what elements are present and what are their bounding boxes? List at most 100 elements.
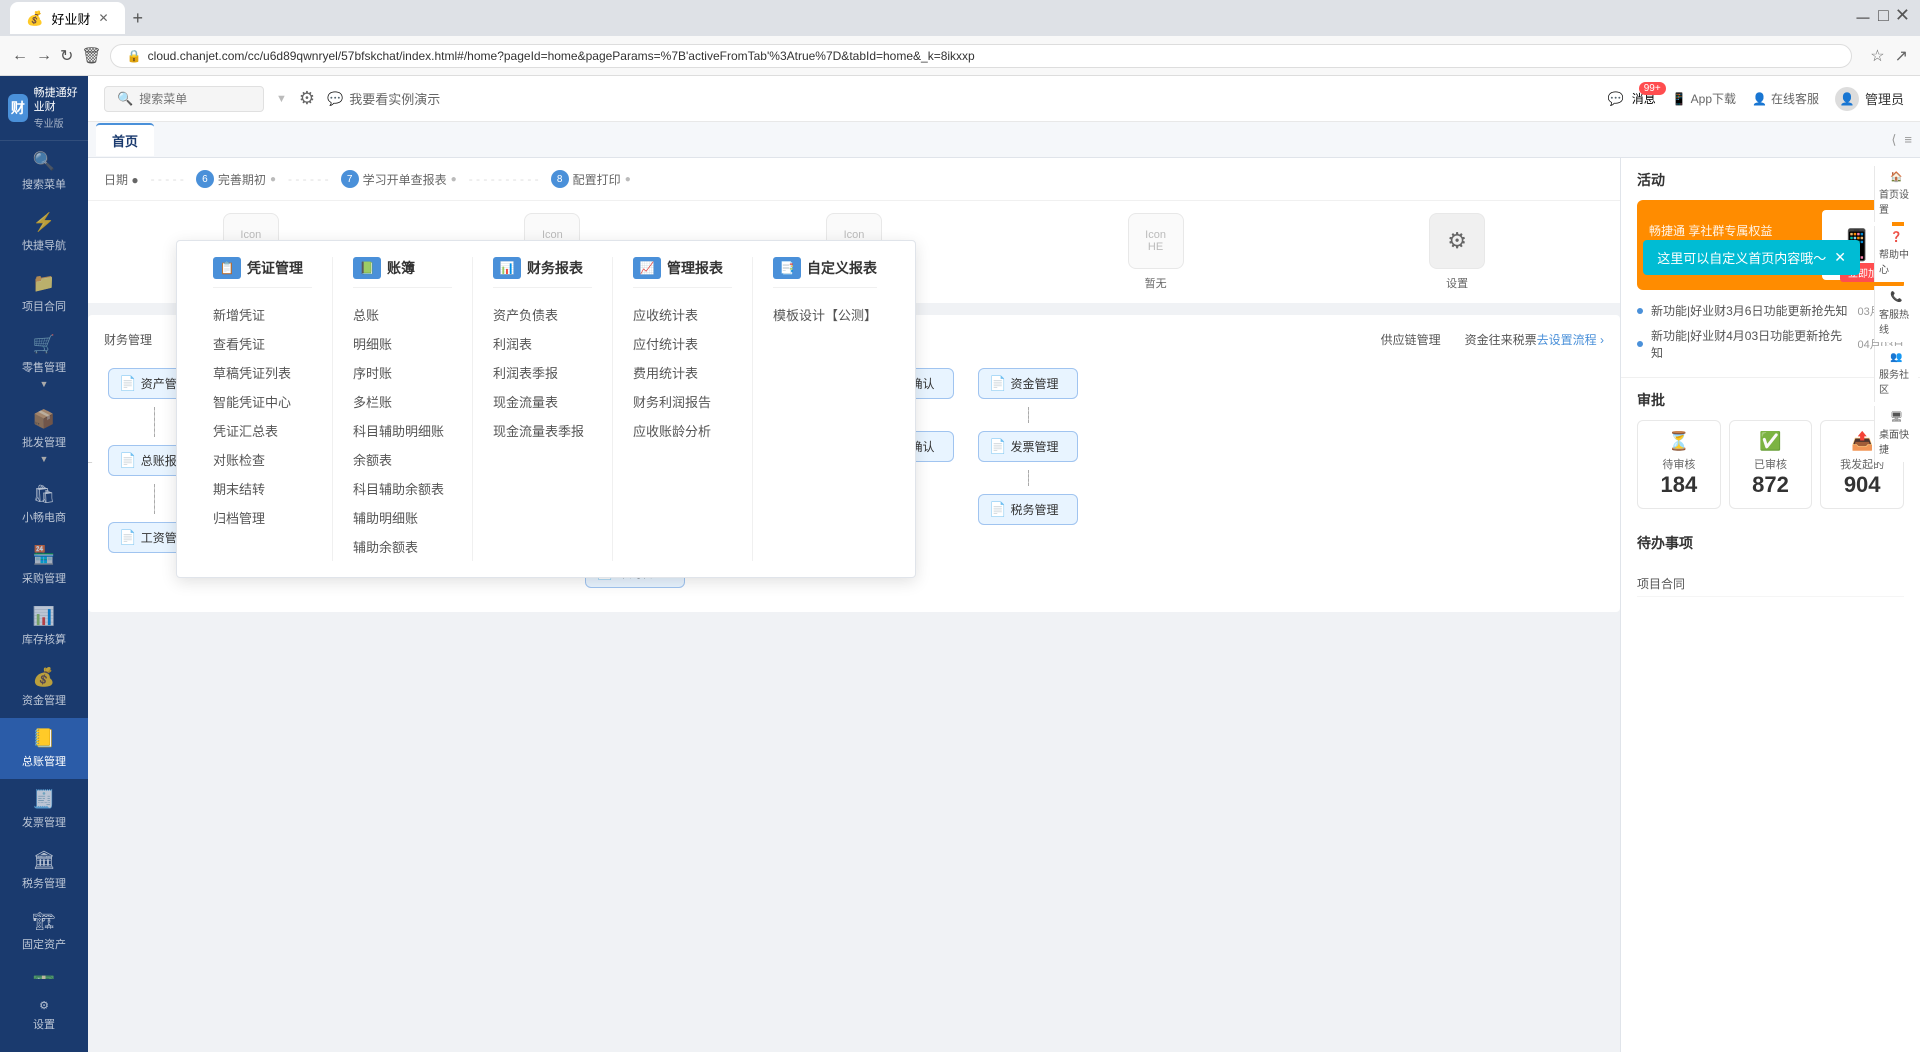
management-title-icon: 📈 [633,257,661,279]
news-item-1[interactable]: 新功能|好业财3月6日功能更新抢先知 03月06日 [1637,298,1904,323]
ledger-chrono[interactable]: 序时账 [353,358,452,387]
bookmark-icon[interactable]: ☆ [1870,46,1884,66]
tab-more-icon[interactable]: ≡ [1904,132,1912,148]
mgmt-receivable[interactable]: 应收统计表 [633,300,732,329]
financial-cashflow[interactable]: 现金流量表 [493,387,592,416]
approval-pending[interactable]: ⏳ 待审核 184 [1637,420,1721,509]
user-menu[interactable]: 👤 管理员 [1835,87,1904,111]
financial-cashflow-q[interactable]: 现金流量表季报 [493,416,592,445]
sidebar-item-tax[interactable]: 🏛 税务管理 [0,840,88,901]
sidebar-item-purchase[interactable]: 🏪 采购管理 [0,535,88,596]
search-bar[interactable]: 🔍 [104,86,264,112]
custom-template[interactable]: 模板设计【公测】 [773,300,877,329]
voucher-draft[interactable]: 草稿凭证列表 [213,358,312,387]
ledger-general[interactable]: 总账 [353,300,452,329]
new-tab-button[interactable]: + [133,8,144,29]
voucher-archive[interactable]: 归档管理 [213,503,312,532]
ledger-aux-detail[interactable]: 辅助明细账 [353,503,452,532]
float-service[interactable]: 📞 客服热线 [1874,286,1918,342]
financial-title-icon: 📊 [493,257,521,279]
sidebar-item-project[interactable]: 📁 项目合同 [0,263,88,324]
sidebar-item-salary[interactable]: 💵 工资 [0,962,88,979]
ledger-detail[interactable]: 明细账 [353,329,452,358]
settings-icon: ⚙ [39,999,49,1012]
mgmt-payable[interactable]: 应付统计表 [633,329,732,358]
step-7[interactable]: 7 学习开单查报表 ● [341,170,457,188]
voucher-add[interactable]: 新增凭证 [213,300,312,329]
voucher-check[interactable]: 对账检查 [213,445,312,474]
sidebar-item-quick[interactable]: ⚡ 快捷导航 [0,202,88,263]
sidebar-item-ecommerce[interactable]: 🛍 小畅电商 [0,474,88,535]
sidebar-item-assets[interactable]: 🏗 固定资产 [0,901,88,962]
float-home-settings[interactable]: 🏠 首页设置 [1874,166,1918,222]
financial-balance-sheet[interactable]: 资产负债表 [493,300,592,329]
voucher-summary[interactable]: 凭证汇总表 [213,416,312,445]
tax-icon: 🏛 [33,850,56,871]
financial-income-q[interactable]: 利润表季报 [493,358,592,387]
voucher-period[interactable]: 期末结转 [213,474,312,503]
float-desktop[interactable]: 🖥 桌面快捷 [1874,406,1918,462]
sidebar-item-retail[interactable]: 🛒 零售管理 ▼ [0,324,88,399]
step-6[interactable]: 6 完善期初 ● [196,170,276,188]
online-service-link[interactable]: 👤 在线客服 [1752,90,1819,107]
flow-box-tax[interactable]: 📄 税务管理 [978,494,1078,525]
todo-item-1[interactable]: 项目合同 [1637,571,1904,597]
maximize-button[interactable]: □ [1878,5,1889,31]
voucher-view[interactable]: 查看凭证 [213,329,312,358]
sidebar-item-invoice[interactable]: 🧾 发票管理 [0,779,88,840]
ledger-aux-balance[interactable]: 辅助余额表 [353,532,452,561]
header-settings-icon[interactable]: ⚙ [299,88,315,109]
shortcut-4[interactable]: IconHE 暂无 [1009,213,1303,291]
mgmt-aging[interactable]: 应收账龄分析 [633,416,732,445]
sidebar-item-ledger[interactable]: 📒 总账管理 [0,718,88,779]
messages-badge[interactable]: 💬 99+ 消息 [1608,90,1656,107]
delete-button[interactable]: 🗑 [81,46,101,66]
browser-tab[interactable]: 💰 好业财 ✕ [10,2,125,34]
flow-box-fund[interactable]: 📄 资金管理 [978,368,1078,399]
asset-icon: 📄 [119,375,136,392]
step-8[interactable]: 8 配置打印 ● [551,170,631,188]
app-download-link[interactable]: 📱 App下载 [1672,90,1736,107]
approval-done[interactable]: ✅ 已审核 872 [1729,420,1813,509]
sidebar-label-invoice: 发票管理 [22,814,66,830]
float-help[interactable]: ❓ 帮助中心 [1874,226,1918,282]
forward-button[interactable]: → [36,47,52,65]
ledger-subject-balance[interactable]: 科目辅助余额表 [353,474,452,503]
flow-settings-link[interactable]: 去设置流程 › [1537,331,1604,348]
banner-close-button[interactable]: ✕ [1834,249,1846,266]
ledger-subject[interactable]: 科目辅助明细账 [353,416,452,445]
shortcut-settings[interactable]: ⚙ 设置 [1310,213,1604,291]
ledger-multi[interactable]: 多栏账 [353,387,452,416]
ledger-balance[interactable]: 余额表 [353,445,452,474]
financial-income[interactable]: 利润表 [493,329,592,358]
mgmt-profit[interactable]: 财务利润报告 [633,387,732,416]
voucher-smart[interactable]: 智能凭证中心 [213,387,312,416]
voucher-title-icon: 📋 [213,257,241,279]
service-label: 在线客服 [1771,90,1819,107]
service-phone-label: 客服热线 [1879,306,1914,336]
tab-close-button[interactable]: ✕ [98,11,108,25]
extension-icon[interactable]: ↗ [1895,46,1908,66]
sidebar-item-fund[interactable]: 💰 资金管理 [0,657,88,718]
sidebar-item-search[interactable]: 🔍 搜索菜单 [0,141,88,202]
url-bar[interactable]: 🔒 cloud.chanjet.com/cc/u6d89qwnryel/57bf… [110,44,1853,68]
float-community[interactable]: 👥 服务社区 [1874,346,1918,402]
search-input[interactable] [139,92,239,106]
refresh-button[interactable]: ↻ [60,46,73,66]
sidebar-settings[interactable]: ⚙ 设置 [29,989,59,1042]
close-window-button[interactable]: ✕ [1895,5,1910,31]
news-item-2[interactable]: 新功能|好业财4月03日功能更新抢先知 04月03日 [1637,323,1904,365]
shortcut-icon-4: IconHE [1128,213,1184,269]
tab-expand-icon[interactable]: ⟨ [1891,132,1896,148]
mgmt-expense[interactable]: 费用统计表 [633,358,732,387]
sidebar-item-wholesale[interactable]: 📦 批发管理 ▼ [0,399,88,474]
header-dropdown[interactable]: ▼ [276,93,287,105]
demo-link[interactable]: 💬 我要看实例演示 [327,89,440,108]
tab-home[interactable]: 首页 [96,123,154,156]
sidebar-label-inventory: 库存核算 [22,631,66,647]
community-icon: 👥 [1890,352,1902,363]
sidebar-item-inventory[interactable]: 📊 库存核算 [0,596,88,657]
flow-box-invoice[interactable]: 📄 发票管理 [978,431,1078,462]
minimize-button[interactable]: － [1854,5,1872,31]
back-button[interactable]: ← [12,47,28,65]
